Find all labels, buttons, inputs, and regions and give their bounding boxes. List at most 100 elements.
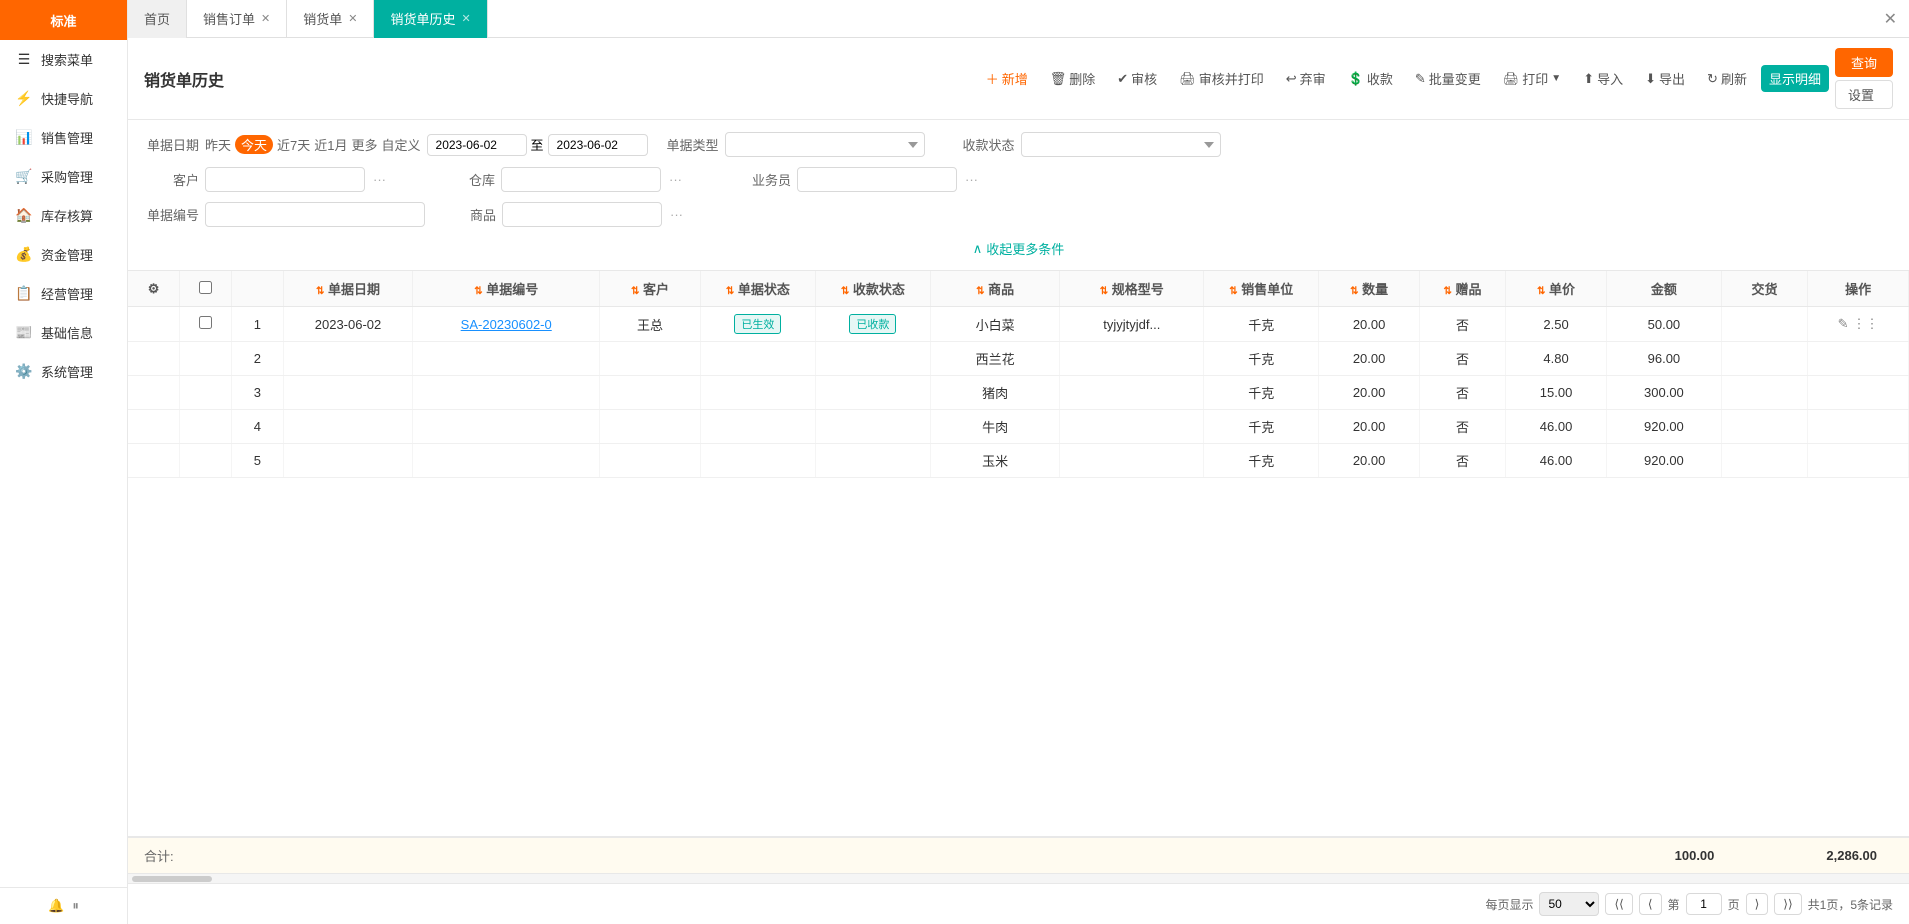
docno-input[interactable]	[205, 202, 425, 227]
th-goods[interactable]: ⇅ 商品	[930, 271, 1059, 307]
sidebar-item-quick-nav[interactable]: ⚡ 快捷导航	[0, 79, 127, 118]
export-button[interactable]: ⬇ 导出	[1637, 65, 1693, 92]
th-checkbox[interactable]	[180, 271, 232, 307]
warehouse-input[interactable]	[501, 167, 661, 192]
th-unit-price[interactable]: ⇅ 单价	[1506, 271, 1607, 307]
goods-dots[interactable]: ···	[670, 207, 683, 222]
sidebar-item-sales-mgmt[interactable]: 📊 销售管理	[0, 118, 127, 157]
td-doc-no[interactable]	[413, 444, 600, 478]
edit-action-icon[interactable]: ✎	[1838, 316, 1849, 331]
th-doc-date[interactable]: ⇅ 单据日期	[283, 271, 412, 307]
th-doc-status[interactable]: ⇅ 单据状态	[700, 271, 815, 307]
shortcut-today[interactable]: 今天	[235, 135, 273, 154]
td-checkbox[interactable]	[180, 410, 232, 444]
page-number-input[interactable]	[1686, 893, 1722, 915]
shortcut-7days[interactable]: 近7天	[277, 135, 310, 154]
footer-label: 合计:	[144, 846, 184, 865]
delete-button[interactable]: 🗑 删除	[1042, 65, 1104, 92]
page-last-button[interactable]: ⟩⟩	[1774, 893, 1801, 915]
doc-no-link[interactable]: SA-20230602-0	[461, 317, 552, 332]
page-next-button[interactable]: ⟩	[1746, 893, 1769, 915]
th-settings[interactable]: ⚙	[128, 271, 180, 307]
collapse-button[interactable]: ∧ 收起更多条件	[144, 239, 1893, 258]
page-prev-button[interactable]: ⟨	[1639, 893, 1662, 915]
th-gift[interactable]: ⇅ 赠品	[1419, 271, 1505, 307]
shortcut-yesterday[interactable]: 昨天	[205, 135, 231, 154]
sidebar-bottom-icon1[interactable]: 🔔	[48, 898, 64, 914]
tab-sales-goods-history-close[interactable]: ✕	[462, 12, 471, 25]
horizontal-scrollbar[interactable]	[128, 873, 1909, 883]
tab-sales-goods-history[interactable]: 销货单历史 ✕	[374, 0, 487, 38]
customer-dots[interactable]: ···	[373, 172, 386, 187]
scrollbar-thumb[interactable]	[132, 876, 212, 882]
sidebar-item-basic-info[interactable]: 📰 基础信息	[0, 313, 127, 352]
td-doc-no[interactable]	[413, 342, 600, 376]
th-customer[interactable]: ⇅ 客户	[600, 271, 701, 307]
batch-change-button[interactable]: ✎ 批量变更	[1407, 65, 1489, 92]
sidebar-item-purchase-mgmt[interactable]: 🛒 采购管理	[0, 157, 127, 196]
sidebar-item-sys-mgmt[interactable]: ⚙️ 系统管理	[0, 352, 127, 391]
td-checkbox[interactable]	[180, 444, 232, 478]
tab-sales-goods[interactable]: 销货单 ✕	[287, 0, 374, 38]
pagination: 每页显示 50 100 ⟨⟨ ⟨ 第 页 ⟩ ⟩⟩ 共1页，5条记录	[128, 883, 1909, 924]
goods-input[interactable]	[502, 202, 662, 227]
shortcut-1month[interactable]: 近1月	[314, 135, 347, 154]
import-button[interactable]: ⬆ 导入	[1575, 65, 1631, 92]
shortcut-custom[interactable]: 自定义	[382, 135, 421, 154]
th-sales-unit[interactable]: ⇅ 销售单位	[1204, 271, 1319, 307]
filter-group-goods: 商品 ···	[441, 202, 721, 227]
td-checkbox[interactable]	[180, 307, 232, 342]
td-doc-no[interactable]	[413, 376, 600, 410]
doc-type-select[interactable]	[725, 132, 925, 157]
salesperson-dots[interactable]: ···	[965, 172, 978, 187]
more-action-icon[interactable]: ⋮⋮	[1853, 316, 1879, 331]
td-doc-no[interactable]	[413, 410, 600, 444]
td-doc-date	[283, 376, 412, 410]
tab-close-all[interactable]: ✕	[1872, 9, 1909, 29]
audit-button[interactable]: ✔ 审核	[1109, 65, 1165, 92]
select-all-checkbox[interactable]	[199, 281, 212, 294]
sidebar-item-finance-mgmt[interactable]: 💰 资金管理	[0, 235, 127, 274]
collect-status-select[interactable]	[1021, 132, 1221, 157]
collect-button[interactable]: 💲 收款	[1340, 65, 1401, 92]
show-detail-button[interactable]: 显示明细	[1761, 65, 1829, 92]
td-goods: 牛肉	[930, 410, 1059, 444]
th-doc-no[interactable]: ⇅ 单据编号	[413, 271, 600, 307]
abandon-button[interactable]: ↩ 弃审	[1278, 65, 1334, 92]
sidebar-item-inventory-calc[interactable]: 🏠 库存核算	[0, 196, 127, 235]
td-checkbox[interactable]	[180, 376, 232, 410]
tab-home[interactable]: 首页	[128, 0, 187, 38]
th-spec-type[interactable]: ⇅ 规格型号	[1060, 271, 1204, 307]
customer-input[interactable]	[205, 167, 365, 192]
print-icon: 🖨	[1503, 71, 1520, 87]
settings-button[interactable]: 设置	[1835, 80, 1893, 109]
refresh-button[interactable]: ↻ 刷新	[1699, 65, 1755, 92]
table-wrapper: ⚙ ⇅ 单据日期 ⇅ 单据编号 ⇅ 客户 ⇅ 单据状态 ⇅ 收款状态 ⇅ 商品 …	[128, 271, 1909, 836]
print-button[interactable]: 🖨 打印 ▼	[1495, 65, 1569, 92]
th-collect-status[interactable]: ⇅ 收款状态	[815, 271, 930, 307]
audit-print-button[interactable]: 🖨 审核并打印	[1171, 65, 1272, 92]
warehouse-dots[interactable]: ···	[669, 172, 682, 187]
row-checkbox[interactable]	[199, 316, 212, 329]
tab-sales-goods-close[interactable]: ✕	[348, 12, 357, 25]
th-quantity[interactable]: ⇅ 数量	[1319, 271, 1420, 307]
query-button[interactable]: 查询	[1835, 48, 1893, 77]
sidebar-item-ops-mgmt[interactable]: 📋 经营管理	[0, 274, 127, 313]
collect-icon: 💲	[1348, 71, 1364, 87]
page-first-button[interactable]: ⟨⟨	[1605, 893, 1632, 915]
salesperson-input[interactable]	[797, 167, 957, 192]
page-size-select[interactable]: 50 100	[1539, 892, 1599, 916]
sidebar-item-search-menu[interactable]: ☰ 搜索菜单	[0, 40, 127, 79]
new-button[interactable]: ＋ 新增	[978, 65, 1036, 92]
sidebar-bottom-icon2[interactable]: ⏸	[72, 898, 79, 914]
batch-change-icon: ✎	[1415, 71, 1426, 87]
td-doc-date	[283, 410, 412, 444]
date-from-input[interactable]	[427, 134, 527, 156]
td-doc-no[interactable]: SA-20230602-0	[413, 307, 600, 342]
filter-row-2: 客户 ··· 仓库 ··· 业务员 ···	[144, 167, 1893, 192]
tab-sales-order[interactable]: 销售订单 ✕	[187, 0, 287, 38]
td-checkbox[interactable]	[180, 342, 232, 376]
tab-sales-order-close[interactable]: ✕	[261, 12, 270, 25]
shortcut-more[interactable]: 更多	[352, 135, 378, 154]
date-to-input[interactable]	[548, 134, 648, 156]
